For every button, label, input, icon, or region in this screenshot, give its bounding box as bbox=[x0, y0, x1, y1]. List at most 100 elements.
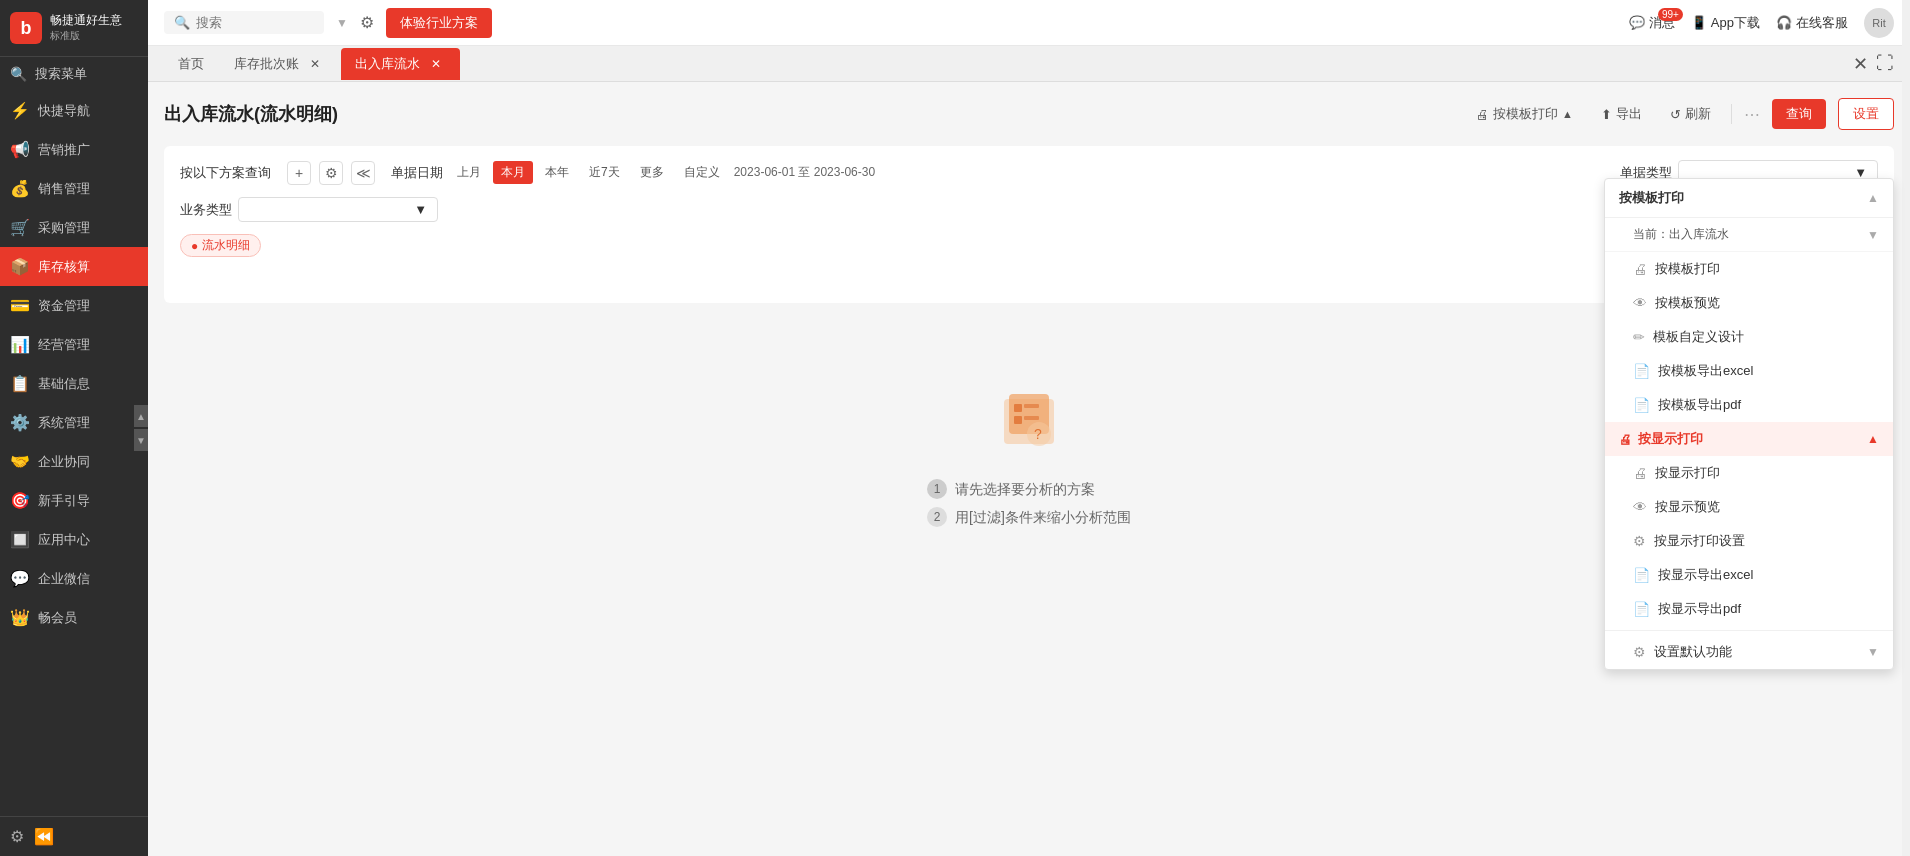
more-icon[interactable]: ⋯ bbox=[1744, 105, 1760, 124]
sidebar-item-quick[interactable]: ⚡ 快捷导航 bbox=[0, 91, 148, 130]
template-print-btn[interactable]: 🖨 按模板打印 ▲ bbox=[1468, 101, 1581, 127]
sidebar-item-member[interactable]: 👑 畅会员 bbox=[0, 598, 148, 637]
dropdown-item-label: 模板自定义设计 bbox=[1653, 328, 1744, 346]
sidebar-item-finance[interactable]: 💳 资金管理 bbox=[0, 286, 148, 325]
active-section-label: 按显示打印 bbox=[1638, 430, 1867, 448]
design-icon: ✏ bbox=[1633, 329, 1645, 345]
service-icon: 🎧 bbox=[1776, 15, 1792, 30]
dropdown-display-excel[interactable]: 📄 按显示导出excel bbox=[1605, 558, 1893, 592]
dropdown-template-print[interactable]: 🖨 按模板打印 bbox=[1605, 252, 1893, 286]
topbar-chevron-icon[interactable]: ▼ bbox=[336, 16, 348, 30]
biz-type-label: 业务类型 bbox=[180, 201, 232, 219]
dropdown-display-preview[interactable]: 👁 按显示预览 bbox=[1605, 490, 1893, 524]
refresh-icon: ↺ bbox=[1670, 107, 1681, 122]
eye-icon: 👁 bbox=[1633, 499, 1647, 515]
sidebar-bottom: ⚙ ⏪ bbox=[0, 816, 148, 856]
window-close-button[interactable]: ✕ bbox=[1853, 53, 1868, 75]
dropdown-display-pdf[interactable]: 📄 按显示导出pdf bbox=[1605, 592, 1893, 626]
sidebar-item-wechat[interactable]: 💬 企业微信 bbox=[0, 559, 148, 598]
template-print-dropdown: 按模板打印 ▲ 当前：出入库流水 ▼ 🖨 按模板打印 👁 按模板预览 ✏ bbox=[1604, 178, 1894, 670]
page-title: 出入库流水(流水明细) bbox=[164, 102, 338, 126]
operations-icon: 📊 bbox=[10, 335, 30, 354]
sidebar-scroll-up[interactable]: ▲ bbox=[134, 405, 148, 427]
date-tab-more[interactable]: 更多 bbox=[632, 161, 672, 184]
filter-add-btn[interactable]: + bbox=[287, 161, 311, 185]
dropdown-active-section[interactable]: 🖨 按显示打印 ▲ bbox=[1605, 422, 1893, 456]
sidebar-item-collab[interactable]: 🤝 企业协同 bbox=[0, 442, 148, 481]
sidebar-scroll-down[interactable]: ▼ bbox=[134, 429, 148, 451]
section-toggle-icon[interactable]: ▲ bbox=[1867, 432, 1879, 446]
dropdown-template-custom[interactable]: ✏ 模板自定义设计 bbox=[1605, 320, 1893, 354]
sidebar-item-inventory[interactable]: 📦 库存核算 bbox=[0, 247, 148, 286]
sidebar-item-guide[interactable]: 🎯 新手引导 bbox=[0, 481, 148, 520]
refresh-btn[interactable]: ↺ 刷新 bbox=[1662, 101, 1719, 127]
guide-icon: 🎯 bbox=[10, 491, 30, 510]
inventory-icon: 📦 bbox=[10, 257, 30, 276]
dropdown-item-label: 按显示导出pdf bbox=[1658, 600, 1741, 618]
sidebar-item-label: 基础信息 bbox=[38, 375, 90, 393]
tab-home[interactable]: 首页 bbox=[164, 49, 218, 79]
query-button[interactable]: 查询 bbox=[1772, 99, 1826, 129]
tab-batch-close[interactable]: ✕ bbox=[305, 54, 325, 74]
sidebar-item-marketing[interactable]: 📢 营销推广 bbox=[0, 130, 148, 169]
settings-icon[interactable]: ⚙ bbox=[10, 827, 24, 846]
topbar-search-input[interactable] bbox=[196, 15, 296, 30]
printer-icon: 🖨 bbox=[1633, 261, 1647, 277]
settings-button[interactable]: 设置 bbox=[1838, 98, 1894, 130]
dropdown-template-preview[interactable]: 👁 按模板预览 bbox=[1605, 286, 1893, 320]
filter-collapse-btn[interactable]: ≪ bbox=[351, 161, 375, 185]
tab-flow-close[interactable]: ✕ bbox=[426, 54, 446, 74]
export-btn[interactable]: ⬆ 导出 bbox=[1593, 101, 1650, 127]
date-tab-current-year[interactable]: 本年 bbox=[537, 161, 577, 184]
date-tab-current-month[interactable]: 本月 bbox=[493, 161, 533, 184]
filter-settings-btn[interactable]: ⚙ bbox=[319, 161, 343, 185]
current-label: 当前：出入库流水 bbox=[1633, 226, 1729, 243]
page-header: 出入库流水(流水明细) 🖨 按模板打印 ▲ ⬆ 导出 ↺ 刷新 ⋯ 查询 bbox=[164, 98, 1894, 130]
dropdown-divider bbox=[1605, 630, 1893, 631]
tab-home-label: 首页 bbox=[178, 55, 204, 73]
topbar-messages[interactable]: 💬 消息 99+ bbox=[1629, 14, 1675, 32]
tab-batch[interactable]: 库存批次账 ✕ bbox=[220, 48, 339, 80]
tag-label: 流水明细 bbox=[202, 237, 250, 254]
date-tab-prev-month[interactable]: 上月 bbox=[449, 161, 489, 184]
dropdown-display-settings[interactable]: ⚙ 按显示打印设置 bbox=[1605, 524, 1893, 558]
topbar-gear-icon[interactable]: ⚙ bbox=[360, 13, 374, 32]
tab-flow[interactable]: 出入库流水 ✕ bbox=[341, 48, 460, 80]
sidebar-item-purchase[interactable]: 🛒 采购管理 bbox=[0, 208, 148, 247]
topbar-service[interactable]: 🎧 在线客服 bbox=[1776, 14, 1848, 32]
sidebar-item-label: 系统管理 bbox=[38, 414, 90, 432]
sidebar-item-sales[interactable]: 💰 销售管理 bbox=[0, 169, 148, 208]
sidebar-item-search[interactable]: 🔍 搜索菜单 bbox=[0, 57, 148, 91]
chevron-down-icon: ▼ bbox=[1867, 228, 1879, 242]
dropdown-template-excel[interactable]: 📄 按模板导出excel bbox=[1605, 354, 1893, 388]
excel-icon: 📄 bbox=[1633, 567, 1650, 583]
app-name: 畅捷通好生意 bbox=[50, 13, 122, 29]
collapse-sidebar-icon[interactable]: ⏪ bbox=[34, 827, 54, 846]
chevron-up-icon: ▲ bbox=[1562, 108, 1573, 120]
dropdown-set-default[interactable]: ⚙ 设置默认功能 ▼ bbox=[1605, 635, 1893, 669]
topbar-app-download[interactable]: 📱 App下载 bbox=[1691, 14, 1760, 32]
sidebar-item-system[interactable]: ⚙️ 系统管理 bbox=[0, 403, 148, 442]
svg-rect-3 bbox=[1024, 404, 1039, 408]
dropdown-collapse-icon[interactable]: ▲ bbox=[1867, 191, 1879, 205]
topbar-search-box[interactable]: 🔍 bbox=[164, 11, 324, 34]
sidebar-item-basic[interactable]: 📋 基础信息 bbox=[0, 364, 148, 403]
dropdown-template-pdf[interactable]: 📄 按模板导出pdf bbox=[1605, 388, 1893, 422]
biz-type-select[interactable]: ▼ bbox=[238, 197, 438, 222]
user-avatar[interactable]: Rit bbox=[1864, 8, 1894, 38]
finance-icon: 💳 bbox=[10, 296, 30, 315]
right-scrollbar[interactable] bbox=[1902, 0, 1910, 856]
trial-button[interactable]: 体验行业方案 bbox=[386, 8, 492, 38]
date-tab-custom[interactable]: 自定义 bbox=[676, 161, 728, 184]
empty-step-1: 1 请先选择要分析的方案 bbox=[927, 475, 1131, 503]
sidebar-item-label: 经营管理 bbox=[38, 336, 90, 354]
sidebar-item-apps[interactable]: 🔲 应用中心 bbox=[0, 520, 148, 559]
topbar: 🔍 ▼ ⚙ 体验行业方案 💬 消息 99+ 📱 App下载 🎧 在线客服 Rit bbox=[148, 0, 1910, 46]
sidebar-item-operations[interactable]: 📊 经营管理 bbox=[0, 325, 148, 364]
window-maximize-button[interactable]: ⛶ bbox=[1876, 53, 1894, 74]
svg-text:?: ? bbox=[1034, 426, 1042, 442]
dropdown-display-print[interactable]: 🖨 按显示打印 bbox=[1605, 456, 1893, 490]
filter-active-tag[interactable]: ● 流水明细 bbox=[180, 234, 261, 257]
sidebar-item-label: 企业微信 bbox=[38, 570, 90, 588]
date-tab-7days[interactable]: 近7天 bbox=[581, 161, 628, 184]
